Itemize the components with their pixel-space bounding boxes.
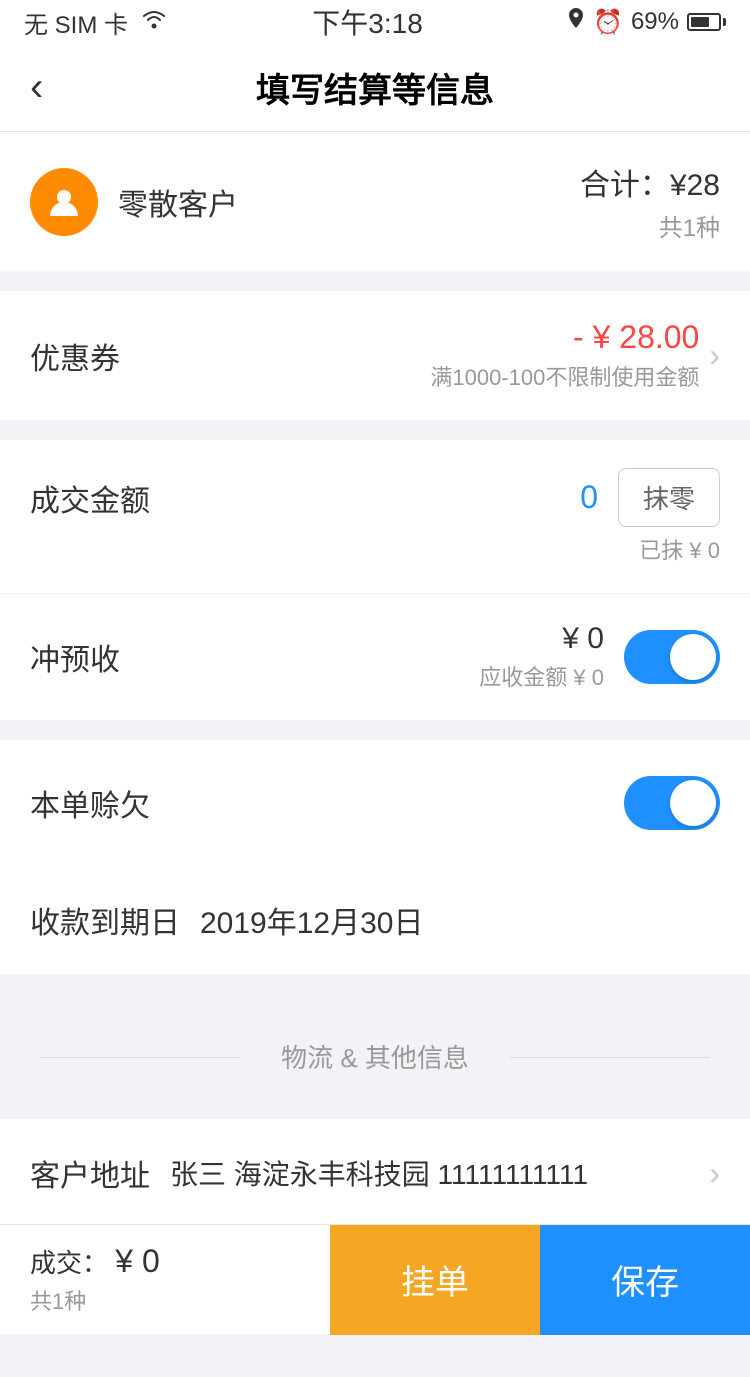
bottom-bar: 成交： ¥ 0 共1种 挂单 保存: [0, 1224, 750, 1334]
debt-row: 本单赊欠: [0, 740, 750, 866]
bottom-count: 共1种: [30, 1284, 300, 1316]
duedate-label: 收款到期日: [30, 898, 180, 942]
prepay-sub: 应收金额 ¥ 0: [479, 660, 604, 692]
amount-value: 0: [580, 479, 598, 516]
deal-amount: ¥ 0: [115, 1243, 159, 1279]
coupon-right: - ¥ 28.00 满1000-100不限制使用金额 ›: [430, 319, 720, 392]
coupon-discount: - ¥ 28.00: [430, 319, 699, 356]
deal-label: 成交：: [30, 1248, 108, 1278]
duedate-value: 2019年12月30日: [200, 898, 423, 942]
nav-bar: ‹ 填写结算等信息: [0, 44, 750, 132]
logistics-label: 物流 & 其他信息: [281, 1043, 469, 1073]
customer-section: 零散客户 合计：¥28 共1种: [0, 132, 750, 271]
customer-info: 零散客户: [30, 168, 238, 236]
duedate-row: 收款到期日 2019年12月30日: [0, 866, 750, 974]
bottom-info: 成交： ¥ 0 共1种: [0, 1243, 330, 1316]
amount-right: 0 抹零: [580, 468, 720, 527]
total-amount: 合计：¥28: [580, 160, 720, 204]
address-row[interactable]: 客户地址 张三 海淀永丰科技园 11111111111 ›: [0, 1119, 750, 1227]
prepay-label: 冲预收: [30, 635, 120, 679]
location-icon: [567, 8, 585, 37]
page-title: 填写结算等信息: [256, 63, 494, 112]
prepay-right: ¥ 0 应收金额 ¥ 0: [479, 622, 720, 692]
prepay-info: ¥ 0 应收金额 ¥ 0: [479, 622, 604, 692]
bottom-deal: 成交： ¥ 0: [30, 1243, 300, 1280]
debt-toggle-thumb: [670, 780, 716, 826]
toggle-thumb: [670, 634, 716, 680]
prepay-amount: ¥ 0: [479, 622, 604, 656]
debt-toggle[interactable]: [624, 776, 720, 830]
amount-row-top: 成交金额 0 抹零: [30, 468, 720, 527]
total-count: 共1种: [580, 208, 720, 243]
coupon-info: - ¥ 28.00 满1000-100不限制使用金额: [430, 319, 699, 392]
address-chevron-icon: ›: [709, 1155, 720, 1192]
coupon-section: 优惠券 - ¥ 28.00 满1000-100不限制使用金额 ›: [0, 291, 750, 420]
debt-label: 本单赊欠: [30, 781, 150, 825]
avatar: [30, 168, 98, 236]
customer-name: 零散客户: [118, 180, 238, 224]
amount-row: 成交金额 0 抹零 已抹 ¥ 0: [0, 440, 750, 594]
wifi-icon: [140, 8, 168, 36]
transaction-section: 成交金额 0 抹零 已抹 ¥ 0 冲预收 ¥ 0 应收金额 ¥ 0: [0, 440, 750, 720]
logistics-header: 物流 & 其他信息: [0, 1014, 750, 1099]
alarm-icon: ⏰: [593, 8, 623, 37]
status-time: 下午3:18: [312, 2, 423, 42]
amount-sub: 已抹 ¥ 0: [30, 533, 720, 565]
logistics-section: 物流 & 其他信息: [0, 994, 750, 1119]
battery-percent: 69%: [631, 8, 679, 36]
address-value: 张三 海淀永丰科技园 11111111111: [170, 1153, 709, 1193]
debt-section: 本单赊欠 收款到期日 2019年12月30日: [0, 740, 750, 974]
customer-total: 合计：¥28 共1种: [580, 160, 720, 243]
coupon-row[interactable]: 优惠券 - ¥ 28.00 满1000-100不限制使用金额 ›: [0, 291, 750, 420]
round-button[interactable]: 抹零: [618, 468, 720, 527]
sim-label: 无 SIM 卡: [24, 5, 128, 40]
address-label: 客户地址: [30, 1151, 150, 1195]
customer-row: 零散客户 合计：¥28 共1种: [0, 132, 750, 271]
amount-label: 成交金额: [30, 476, 150, 520]
save-button[interactable]: 保存: [540, 1225, 750, 1335]
prepay-row: 冲预收 ¥ 0 应收金额 ¥ 0: [0, 594, 750, 720]
back-button[interactable]: ‹: [30, 65, 43, 110]
coupon-description: 满1000-100不限制使用金额: [430, 360, 699, 392]
coupon-label: 优惠券: [30, 334, 120, 378]
status-bar: 无 SIM 卡 下午3:18 ⏰ 69%: [0, 0, 750, 44]
address-section: 客户地址 张三 海淀永丰科技园 11111111111 ›: [0, 1119, 750, 1227]
status-right: ⏰ 69%: [567, 8, 726, 37]
battery-icon: [687, 13, 726, 31]
hang-sale-button[interactable]: 挂单: [330, 1225, 540, 1335]
prepay-toggle[interactable]: [624, 630, 720, 684]
status-left: 无 SIM 卡: [24, 5, 168, 40]
chevron-right-icon: ›: [709, 337, 720, 374]
